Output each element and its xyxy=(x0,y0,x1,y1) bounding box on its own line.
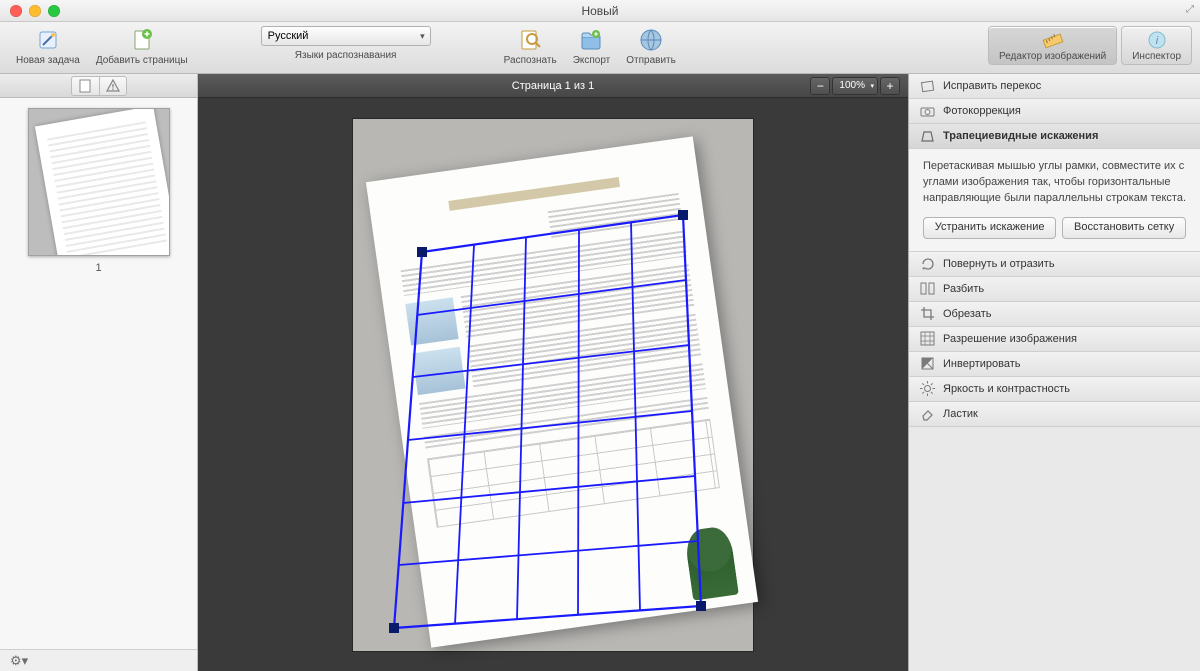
warning-icon xyxy=(106,79,120,93)
tool-trapezoid-label: Трапециевидные искажения xyxy=(943,130,1098,142)
zoom-out-button[interactable]: − xyxy=(810,77,830,95)
canvas-header: Страница 1 из 1 − 100% + xyxy=(198,74,908,98)
inspector-tab[interactable]: i Инспектор xyxy=(1121,26,1192,65)
magnifier-icon xyxy=(516,26,544,54)
new-task-button[interactable]: Новая задача xyxy=(8,26,88,66)
tool-brightness[interactable]: Яркость и контрастность xyxy=(909,377,1200,402)
thumbnail-list: 1 xyxy=(0,98,197,649)
language-select[interactable]: Русский xyxy=(261,26,431,46)
tool-resolution[interactable]: Разрешение изображения xyxy=(909,327,1200,352)
resolution-icon xyxy=(919,331,935,347)
invert-icon xyxy=(919,356,935,372)
gear-icon[interactable]: ⚙︎▾ xyxy=(10,653,28,669)
image-canvas[interactable] xyxy=(198,98,908,671)
fix-distortion-button[interactable]: Устранить искажение xyxy=(923,217,1056,239)
send-button[interactable]: Отправить xyxy=(618,26,684,66)
ruler-icon xyxy=(1041,29,1065,51)
tool-rotate-flip[interactable]: Повернуть и отразить xyxy=(909,252,1200,277)
tool-deskew[interactable]: Исправить перекос xyxy=(909,74,1200,99)
folder-icon xyxy=(577,26,605,54)
eraser-icon xyxy=(919,406,935,422)
image-editor-panel: Исправить перекос Фотокоррекция Трапецие… xyxy=(908,74,1200,671)
send-label: Отправить xyxy=(626,55,676,66)
brightness-icon xyxy=(919,381,935,397)
trapezoid-panel: Перетаскивая мышью углы рамки, совместит… xyxy=(909,149,1200,252)
page-indicator: Страница 1 из 1 xyxy=(512,80,594,92)
sidebar-view-tabs xyxy=(0,74,197,98)
tool-split-label: Разбить xyxy=(943,283,984,295)
inspector-label: Инспектор xyxy=(1132,51,1181,62)
tool-eraser[interactable]: Ластик xyxy=(909,402,1200,427)
fullscreen-icon[interactable]: ⤢ xyxy=(1186,4,1194,15)
export-button[interactable]: Экспорт xyxy=(565,26,619,66)
window-titlebar: Новый ⤢ xyxy=(0,0,1200,22)
tool-invert-label: Инвертировать xyxy=(943,358,1020,370)
tool-eraser-label: Ластик xyxy=(943,408,978,420)
tool-photo-correction[interactable]: Фотокоррекция xyxy=(909,99,1200,124)
tool-crop[interactable]: Обрезать xyxy=(909,302,1200,327)
document-photo xyxy=(353,119,753,651)
info-icon: i xyxy=(1145,29,1169,51)
trapezoid-help-text: Перетаскивая мышью углы рамки, совместит… xyxy=(923,159,1186,207)
zoom-controls: − 100% + xyxy=(810,77,900,95)
thumbnail-page-number: 1 xyxy=(28,262,170,274)
add-pages-button[interactable]: Добавить страницы xyxy=(88,26,196,66)
pages-sidebar: 1 ⚙︎▾ xyxy=(0,74,198,671)
rotate-icon xyxy=(919,256,935,272)
main-area: Страница 1 из 1 − 100% + xyxy=(198,74,908,671)
new-task-label: Новая задача xyxy=(16,55,80,66)
recognize-label: Распознать xyxy=(504,55,557,66)
zoom-in-button[interactable]: + xyxy=(880,77,900,95)
add-pages-label: Добавить страницы xyxy=(96,55,188,66)
warnings-view-button[interactable] xyxy=(99,76,127,96)
zoom-select[interactable]: 100% xyxy=(832,77,878,95)
page-thumbnail[interactable]: 1 xyxy=(28,108,170,274)
thumbnail-image xyxy=(28,108,170,256)
camera-icon xyxy=(919,103,935,119)
tool-photo-correction-label: Фотокоррекция xyxy=(943,105,1021,117)
deskew-icon xyxy=(919,78,935,94)
trapezoid-icon xyxy=(919,128,935,144)
export-label: Экспорт xyxy=(573,55,611,66)
sidebar-footer: ⚙︎▾ xyxy=(0,649,197,671)
tool-invert[interactable]: Инвертировать xyxy=(909,352,1200,377)
tool-trapezoid[interactable]: Трапециевидные искажения xyxy=(909,124,1200,149)
tool-rotate-flip-label: Повернуть и отразить xyxy=(943,258,1055,270)
globe-icon xyxy=(637,26,665,54)
recognize-button[interactable]: Распознать xyxy=(496,26,565,66)
tool-deskew-label: Исправить перекос xyxy=(943,80,1041,92)
page-icon xyxy=(78,79,92,93)
image-editor-tab[interactable]: Редактор изображений xyxy=(988,26,1117,65)
crop-icon xyxy=(919,306,935,322)
language-value: Русский xyxy=(268,30,309,42)
window-title: Новый xyxy=(0,4,1200,18)
thumbnails-view-button[interactable] xyxy=(71,76,99,96)
wand-icon xyxy=(34,26,62,54)
tool-crop-label: Обрезать xyxy=(943,308,992,320)
add-page-icon xyxy=(128,26,156,54)
main-toolbar: Новая задача Добавить страницы Русский Я… xyxy=(0,22,1200,74)
tool-resolution-label: Разрешение изображения xyxy=(943,333,1077,345)
image-editor-label: Редактор изображений xyxy=(999,51,1106,62)
tool-split[interactable]: Разбить xyxy=(909,277,1200,302)
split-icon xyxy=(919,281,935,297)
restore-grid-button[interactable]: Восстановить сетку xyxy=(1062,217,1186,239)
tool-brightness-label: Яркость и контрастность xyxy=(943,383,1070,395)
language-label: Языки распознавания xyxy=(295,50,397,61)
